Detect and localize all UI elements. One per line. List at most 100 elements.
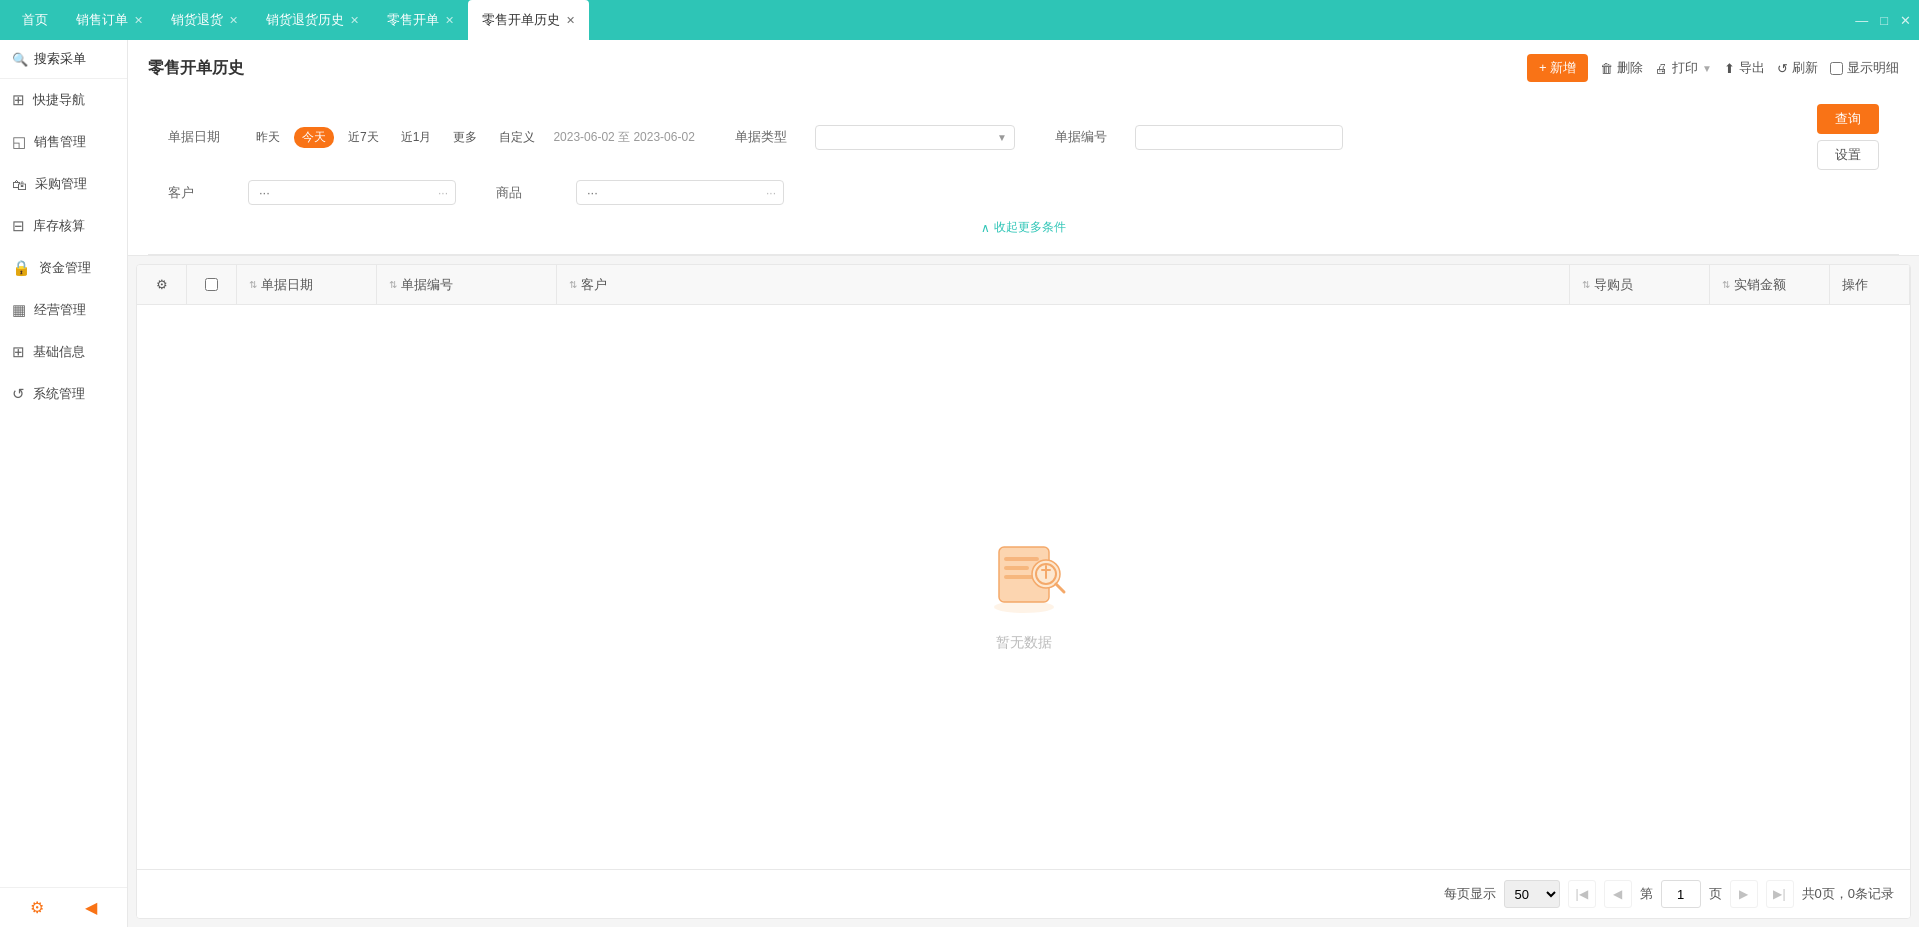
sidebar-item-quick-nav[interactable]: ⊞ 快捷导航 (0, 79, 127, 121)
select-all-checkbox[interactable] (205, 278, 218, 291)
close-tab-sales-return[interactable]: ✕ (229, 14, 238, 27)
type-select-wrap (815, 125, 1015, 150)
customer-filter-label: 客户 (168, 184, 228, 202)
finance-icon: 🔒 (12, 259, 31, 277)
th-salesperson: ⇅ 导购员 (1570, 265, 1710, 304)
close-tab-retail-open-history[interactable]: ✕ (566, 14, 575, 27)
close-tab-sales-order[interactable]: ✕ (134, 14, 143, 27)
th-date: ⇅ 单据日期 (237, 265, 377, 304)
tab-retail-open-history[interactable]: 零售开单历史 ✕ (468, 0, 589, 40)
next-page-button[interactable]: ▶ (1730, 880, 1758, 908)
close-tab-sales-return-history[interactable]: ✕ (350, 14, 359, 27)
tab-sales-return-history[interactable]: 销货退货历史 ✕ (252, 0, 373, 40)
date-opt-1month[interactable]: 近1月 (393, 127, 440, 148)
display-cols-checkbox[interactable] (1830, 62, 1843, 75)
maximize-button[interactable]: □ (1880, 13, 1888, 28)
window-controls: — □ ✕ (1855, 13, 1911, 28)
tab-sales-order[interactable]: 销售订单 ✕ (62, 0, 157, 40)
type-filter-label: 单据类型 (735, 128, 795, 146)
filter-actions: 查询 设置 (1817, 104, 1879, 170)
prev-page-button[interactable]: ◀ (1604, 880, 1632, 908)
sidebar-bottom: ⚙ ◀ (0, 887, 127, 927)
refresh-button[interactable]: ↺ 刷新 (1777, 59, 1818, 77)
page-header: 零售开单历史 + 新增 🗑 删除 🖨 打印 ▼ ⬆ 导出 (128, 40, 1919, 256)
sidebar-item-inventory[interactable]: ⊟ 库存核算 (0, 205, 127, 247)
empty-state: 暂无数据 (137, 305, 1910, 869)
th-action: 操作 (1830, 265, 1910, 304)
settings-icon[interactable]: ⚙ (156, 277, 168, 292)
sidebar-item-finance[interactable]: 🔒 资金管理 (0, 247, 127, 289)
page-title-row: 零售开单历史 + 新增 🗑 删除 🖨 打印 ▼ ⬆ 导出 (148, 54, 1899, 82)
content-area: 零售开单历史 + 新增 🗑 删除 🖨 打印 ▼ ⬆ 导出 (128, 40, 1919, 927)
goods-input[interactable] (576, 180, 784, 205)
sidebar-item-sales-mgmt[interactable]: ◱ 销售管理 (0, 121, 127, 163)
sort-salesperson-icon[interactable]: ⇅ (1582, 279, 1590, 290)
sidebar-collapse-icon[interactable]: ◀ (85, 898, 97, 917)
goods-input-wrap (576, 180, 784, 205)
sort-amount-icon[interactable]: ⇅ (1722, 279, 1730, 290)
svg-rect-5 (1004, 575, 1034, 579)
minimize-button[interactable]: — (1855, 13, 1868, 28)
customer-input-wrap (248, 180, 456, 205)
date-range-text: 2023-06-02 至 2023-06-02 (553, 129, 694, 146)
filter-row-2: 客户 商品 (168, 180, 1879, 205)
svg-point-0 (994, 601, 1054, 613)
close-button[interactable]: ✕ (1900, 13, 1911, 28)
sales-mgmt-icon: ◱ (12, 133, 26, 151)
toolbar: + 新增 🗑 删除 🖨 打印 ▼ ⬆ 导出 ↺ (1527, 54, 1899, 82)
page-label-before: 第 (1640, 885, 1653, 903)
page-size-select[interactable]: 50 20 100 (1504, 880, 1560, 908)
page-number-input[interactable]: 1 (1661, 880, 1701, 908)
print-button[interactable]: 🖨 打印 ▼ (1655, 59, 1712, 77)
last-page-button[interactable]: ▶| (1766, 880, 1794, 908)
sidebar-search[interactable]: 🔍 搜索采单 (0, 40, 127, 79)
tab-retail-open[interactable]: 零售开单 ✕ (373, 0, 468, 40)
display-cols-toggle[interactable]: 显示明细 (1830, 59, 1899, 77)
th-settings[interactable]: ⚙ (137, 265, 187, 304)
table-area: ⚙ ⇅ 单据日期 ⇅ 单据编号 ⇅ 客户 ⇅ (136, 264, 1911, 919)
date-opt-today[interactable]: 今天 (294, 127, 334, 148)
empty-illustration (974, 522, 1074, 622)
print-icon: 🖨 (1655, 61, 1668, 76)
basic-info-icon: ⊞ (12, 343, 25, 361)
sort-date-icon[interactable]: ⇅ (249, 279, 257, 290)
th-checkbox (187, 265, 237, 304)
number-input[interactable] (1135, 125, 1343, 150)
sort-number-icon[interactable]: ⇅ (389, 279, 397, 290)
print-dropdown-icon[interactable]: ▼ (1702, 63, 1712, 74)
date-opt-yesterday[interactable]: 昨天 (248, 127, 288, 148)
delete-button[interactable]: 🗑 删除 (1600, 59, 1643, 77)
date-opt-more[interactable]: 更多 (445, 127, 485, 148)
th-amount: ⇅ 实销金额 (1710, 265, 1830, 304)
add-button[interactable]: + 新增 (1527, 54, 1588, 82)
settings-button[interactable]: 设置 (1817, 140, 1879, 170)
sidebar-settings-icon[interactable]: ⚙ (30, 898, 44, 917)
tab-sales-return[interactable]: 销货退货 ✕ (157, 0, 252, 40)
search-icon: 🔍 (12, 52, 28, 67)
page-title: 零售开单历史 (148, 58, 244, 79)
sort-customer-icon[interactable]: ⇅ (569, 279, 577, 290)
close-tab-retail-open[interactable]: ✕ (445, 14, 454, 27)
svg-rect-4 (1004, 566, 1029, 570)
th-customer: ⇅ 客户 (557, 265, 1570, 304)
query-button[interactable]: 查询 (1817, 104, 1879, 134)
page-label: 页 (1709, 885, 1722, 903)
sidebar-item-purchase-mgmt[interactable]: 🛍 采购管理 (0, 163, 127, 205)
date-opt-custom[interactable]: 自定义 (491, 127, 543, 148)
date-options: 昨天 今天 近7天 近1月 更多 自定义 2023-06-02 至 2023-0… (248, 127, 695, 148)
tab-home[interactable]: 首页 (8, 0, 62, 40)
sidebar-item-system[interactable]: ↺ 系统管理 (0, 373, 127, 415)
type-select[interactable] (815, 125, 1015, 150)
collapse-arrow-icon: ∧ (981, 221, 990, 235)
customer-input[interactable] (248, 180, 456, 205)
date-opt-7days[interactable]: 近7天 (340, 127, 387, 148)
sidebar-item-operations[interactable]: ▦ 经营管理 (0, 289, 127, 331)
collapse-button[interactable]: ∧ 收起更多条件 (168, 215, 1879, 244)
filter-area: 单据日期 昨天 今天 近7天 近1月 更多 自定义 2023-06-02 至 2… (148, 94, 1899, 255)
export-button[interactable]: ⬆ 导出 (1724, 59, 1765, 77)
goods-filter-label: 商品 (496, 184, 556, 202)
purchase-mgmt-icon: 🛍 (12, 176, 27, 193)
first-page-button[interactable]: |◀ (1568, 880, 1596, 908)
th-number: ⇅ 单据编号 (377, 265, 557, 304)
sidebar-item-basic-info[interactable]: ⊞ 基础信息 (0, 331, 127, 373)
